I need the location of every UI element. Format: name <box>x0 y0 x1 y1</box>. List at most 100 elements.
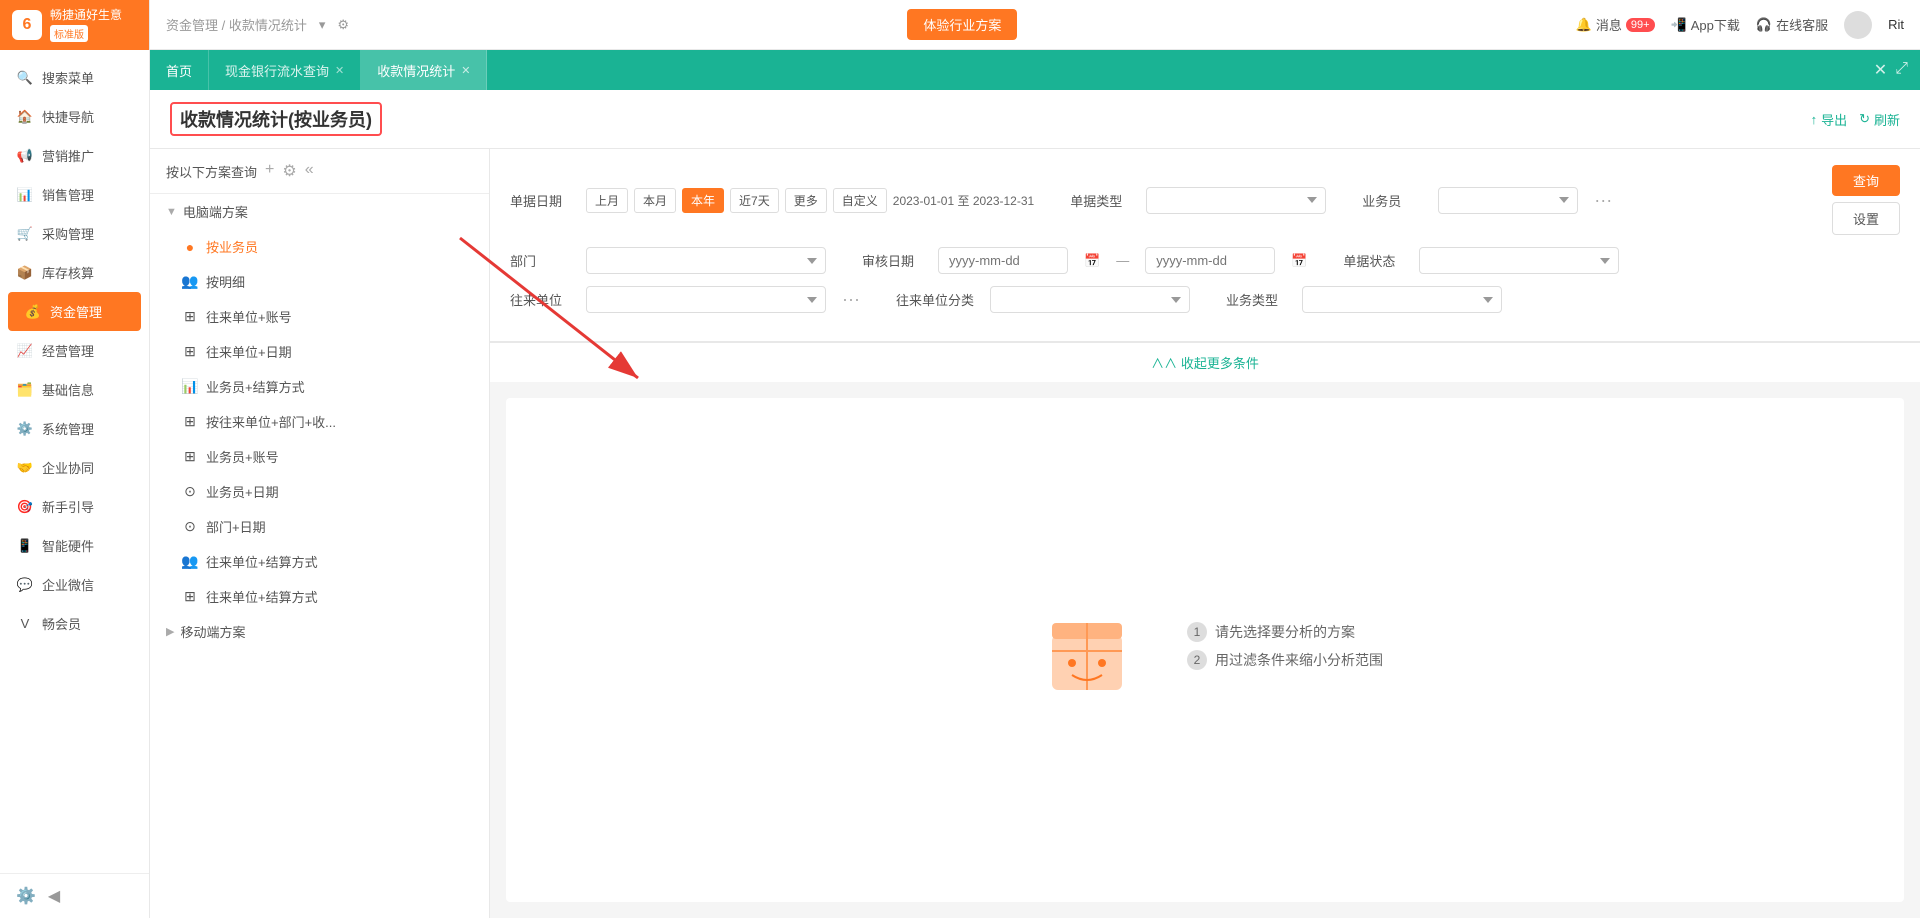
salesperson-select[interactable] <box>1438 187 1578 214</box>
online-service-label: 在线客服 <box>1776 15 1828 34</box>
sidebar-item-quick-nav[interactable]: 🏠 快捷导航 <box>0 97 149 136</box>
sidebar-item-purchase[interactable]: 🛒 采购管理 <box>0 214 149 253</box>
page-title-container: 收款情况统计(按业务员) <box>170 102 382 136</box>
scheme-item-salesperson-date[interactable]: ⊙ 业务员+日期 <box>150 474 489 509</box>
sidebar-item-system[interactable]: ⚙️ 系统管理 <box>0 409 149 448</box>
scheme-panel-header: 按以下方案查询 + ⚙ « <box>150 149 489 194</box>
calendar-from-icon[interactable]: 📅 <box>1084 253 1100 269</box>
date-btn-more[interactable]: 更多 <box>785 188 827 213</box>
scheme-item-by-detail[interactable]: 👥 按明细 <box>150 264 489 299</box>
online-service-btn[interactable]: 🎧 在线客服 <box>1756 15 1828 34</box>
review-date-from-input[interactable] <box>938 247 1068 274</box>
scheme-item-label: 部门+日期 <box>206 517 266 536</box>
partner-select[interactable] <box>586 286 826 313</box>
scheme-item-partner-settle2[interactable]: ⊞ 往来单位+结算方式 <box>150 579 489 614</box>
window-close-icon[interactable]: ✕ <box>1874 60 1887 80</box>
mobile-section-label: 移动端方案 <box>180 622 245 641</box>
salesperson-filter-label: 业务员 <box>1362 191 1422 210</box>
partner-category-select[interactable] <box>990 286 1190 313</box>
empty-step-1: 1 请先选择要分析的方案 <box>1187 622 1383 642</box>
sidebar-item-sales[interactable]: 📊 销售管理 <box>0 175 149 214</box>
chat-icon: 💬 <box>16 576 34 594</box>
review-date-to-input[interactable] <box>1145 247 1275 274</box>
scheme-collapse-icon[interactable]: « <box>305 161 314 181</box>
scheme-item-label: 业务员+结算方式 <box>206 377 305 396</box>
scheme-item-partner-date[interactable]: ⊞ 往来单位+日期 <box>150 334 489 369</box>
settings-btn[interactable]: 设置 <box>1832 202 1900 235</box>
scheme-item-partner-dept[interactable]: ⊞ 按往来单位+部门+收... <box>150 404 489 439</box>
date-btn-custom[interactable]: 自定义 <box>833 188 887 213</box>
topbar-settings-icon[interactable]: ⚙ <box>337 17 349 33</box>
avatar[interactable] <box>1844 11 1872 39</box>
sidebar-item-finance[interactable]: 💰 资金管理 <box>8 292 141 331</box>
window-maximize-icon[interactable]: ⤢ <box>1895 60 1908 80</box>
sidebar-item-basic[interactable]: 🗂️ 基础信息 <box>0 370 149 409</box>
sidebar-item-wechat[interactable]: 💬 企业微信 <box>0 565 149 604</box>
megaphone-icon: 📢 <box>16 147 34 165</box>
partner-category-filter-label: 往来单位分类 <box>896 290 974 309</box>
dept-select[interactable] <box>586 247 826 274</box>
page-title: 收款情况统计(按业务员) <box>180 106 372 132</box>
target-icon: 🎯 <box>16 498 34 516</box>
scheme-item-by-salesperson[interactable]: ● 按业务员 <box>150 229 489 264</box>
sidebar-item-member[interactable]: V 畅会员 <box>0 604 149 643</box>
scheme-item-salesperson-account[interactable]: ⊞ 业务员+账号 <box>150 439 489 474</box>
breadcrumb-dropdown-icon[interactable]: ▾ <box>319 17 326 33</box>
tab-home[interactable]: 首页 <box>150 50 209 90</box>
sidebar-item-operation[interactable]: 📈 经营管理 <box>0 331 149 370</box>
date-btn-7days[interactable]: 近7天 <box>730 188 779 213</box>
sidebar-item-label: 畅会员 <box>42 614 81 633</box>
trial-btn[interactable]: 体验行业方案 <box>907 9 1017 40</box>
scheme-section-pc-header[interactable]: ▼ 电脑端方案 <box>150 194 489 229</box>
empty-step-2: 2 用过滤条件来缩小分析范围 <box>1187 650 1383 670</box>
date-btn-this-month[interactable]: 本月 <box>634 188 676 213</box>
date-btn-this-year[interactable]: 本年 <box>682 188 724 213</box>
tab-bank-flow[interactable]: 现金银行流水查询 ✕ <box>209 50 361 90</box>
scheme-item-partner-settle1[interactable]: 👥 往来单位+结算方式 <box>150 544 489 579</box>
settings-bottom-icon[interactable]: ⚙️ <box>16 886 36 906</box>
scheme-add-icon[interactable]: + <box>265 161 274 181</box>
doc-type-select[interactable] <box>1146 187 1326 214</box>
sidebar-item-search[interactable]: 🔍 搜索菜单 <box>0 58 149 97</box>
collapse-icon: ∧∧ <box>1151 356 1177 371</box>
scheme-item-label: 往来单位+账号 <box>206 307 292 326</box>
sidebar-item-label: 企业微信 <box>42 575 94 594</box>
app-download-btn[interactable]: 📲 App下载 <box>1671 15 1740 34</box>
scheme-item-partner-account[interactable]: ⊞ 往来单位+账号 <box>150 299 489 334</box>
sidebar-item-enterprise[interactable]: 🤝 企业协同 <box>0 448 149 487</box>
business-type-select[interactable] <box>1302 286 1502 313</box>
refresh-btn[interactable]: ↻ 刷新 <box>1859 110 1900 129</box>
scheme-item-dept-date[interactable]: ⊙ 部门+日期 <box>150 509 489 544</box>
content-area: 收款情况统计(按业务员) ↑ 导出 ↻ 刷新 <box>150 90 1920 918</box>
collapse-sidebar-icon[interactable]: ◀ <box>48 886 60 906</box>
date-range-display: 2023-01-01 至 2023-12-31 <box>893 192 1034 209</box>
pc-section-arrow-icon: ▼ <box>166 206 177 218</box>
collapse-bar[interactable]: ∧∧ 收起更多条件 <box>490 342 1920 382</box>
sidebar-item-label: 快捷导航 <box>42 107 94 126</box>
tab-receipt-stats-label: 收款情况统计 <box>377 61 455 80</box>
tab-bank-flow-close-icon[interactable]: ✕ <box>335 64 344 77</box>
partner-more-icon[interactable]: ··· <box>842 289 860 310</box>
scheme-item-salesperson-settle[interactable]: 📊 业务员+结算方式 <box>150 369 489 404</box>
date-btn-last-month[interactable]: 上月 <box>586 188 628 213</box>
tab-receipt-stats[interactable]: 收款情况统计 ✕ <box>361 50 487 90</box>
cart-icon: 🛒 <box>16 225 34 243</box>
sidebar-item-inventory[interactable]: 📦 库存核算 <box>0 253 149 292</box>
tab-receipt-stats-close-icon[interactable]: ✕ <box>461 64 470 77</box>
scheme-section-mobile-header[interactable]: ▶ 移动端方案 <box>150 614 489 649</box>
scheme-section-pc: ▼ 电脑端方案 ● 按业务员 👥 按明细 <box>150 194 489 614</box>
query-btn[interactable]: 查询 <box>1832 165 1900 196</box>
calendar-to-icon[interactable]: 📅 <box>1291 253 1307 269</box>
folder-icon: 🗂️ <box>16 381 34 399</box>
export-btn[interactable]: ↑ 导出 <box>1811 110 1848 129</box>
sidebar-item-marketing[interactable]: 📢 营销推广 <box>0 136 149 175</box>
scheme-settings-icon[interactable]: ⚙ <box>282 161 296 181</box>
handshake-icon: 🤝 <box>16 459 34 477</box>
date-separator: — <box>1116 253 1129 268</box>
message-btn[interactable]: 🔔 消息 99+ <box>1576 15 1655 34</box>
salesperson-more-icon[interactable]: ··· <box>1594 190 1612 211</box>
sidebar-item-guide[interactable]: 🎯 新手引导 <box>0 487 149 526</box>
doc-status-select[interactable] <box>1419 247 1619 274</box>
sidebar-item-hardware[interactable]: 📱 智能硬件 <box>0 526 149 565</box>
filter-row-2: 部门 审核日期 📅 — 📅 单据状态 <box>510 247 1900 274</box>
